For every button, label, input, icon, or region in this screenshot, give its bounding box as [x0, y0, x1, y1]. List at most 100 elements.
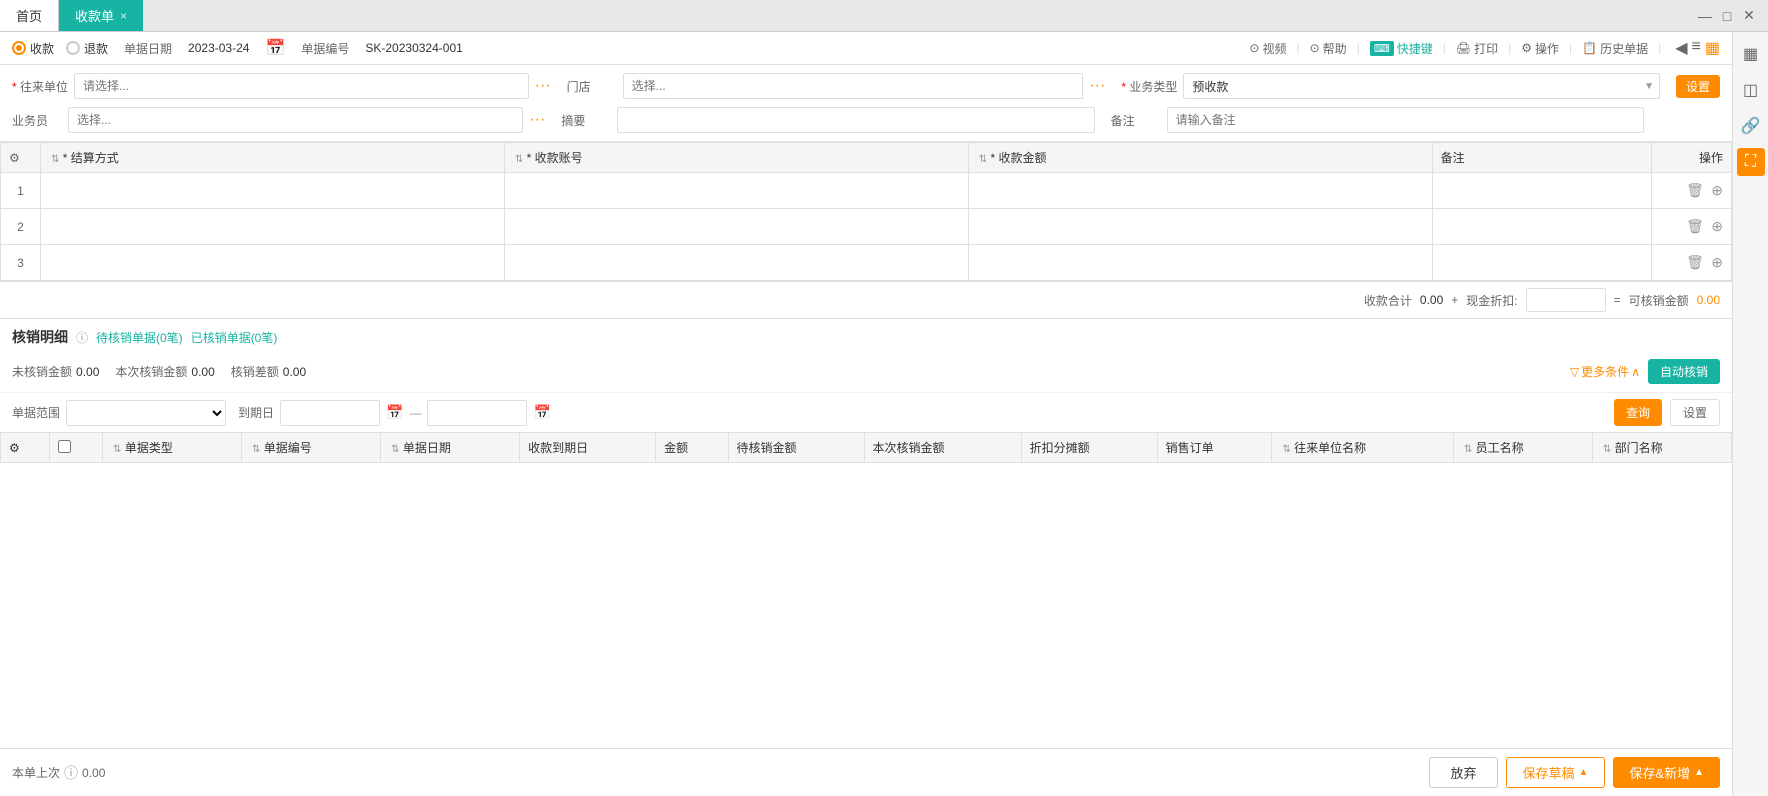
row3-amount[interactable] [968, 245, 1432, 281]
shortcut-action[interactable]: ⌨ 快捷键 [1370, 40, 1433, 57]
table-row: 1 🗑 ⊕ [1, 173, 1732, 209]
col-bottom-settings[interactable]: ⚙ [1, 433, 50, 463]
sidebar-link-icon[interactable]: 🔗 [1737, 112, 1765, 140]
sort-date-icon[interactable]: ⇅ [391, 444, 399, 455]
row1-delete-icon[interactable]: 🗑 [1686, 182, 1704, 198]
row3-account[interactable] [504, 245, 968, 281]
set-button[interactable]: 设置 [1670, 399, 1720, 426]
staff-more-icon[interactable]: ··· [529, 111, 545, 129]
table-area: ⚙ ⇅ * 结算方式 ⇅ * 收款账号 ⇅ * 收款金额 [0, 142, 1732, 281]
calendar-icon[interactable]: 📅 [265, 38, 285, 58]
store-input[interactable] [623, 73, 1084, 99]
sidebar-doc-icon[interactable]: ◫ [1737, 76, 1765, 104]
due-to-input[interactable]: 2022-04-12 [427, 400, 527, 426]
due-to-calendar-icon[interactable]: 📅 [533, 404, 550, 421]
sort-account-icon[interactable]: ⇅ [515, 154, 523, 165]
close-button[interactable]: ✕ [1742, 9, 1756, 23]
section-info-icon[interactable]: ⓘ [76, 329, 88, 346]
row2-delete-icon[interactable]: 🗑 [1686, 218, 1704, 234]
more-conditions[interactable]: ▽ 更多条件 ∧ [1570, 363, 1640, 380]
query-button[interactable]: 查询 [1614, 399, 1662, 426]
date-label: 单据日期 [124, 40, 172, 57]
row2-settlement[interactable] [41, 209, 505, 245]
counterpart-input[interactable] [74, 73, 529, 99]
row2-account[interactable] [504, 209, 968, 245]
row1-account[interactable] [504, 173, 968, 209]
verify-detail-table: ⚙ ⇅ 单据类型 ⇅ 单据编号 [0, 432, 1732, 463]
due-from-calendar-icon[interactable]: 📅 [386, 404, 403, 421]
discount-input[interactable] [1526, 288, 1606, 312]
staff-input[interactable] [68, 107, 523, 133]
history-action[interactable]: 📋 历史单据 [1582, 40, 1648, 57]
sort-dept-icon[interactable]: ⇅ [1603, 444, 1611, 455]
tab-active[interactable]: 收款单 × [59, 0, 143, 31]
grid-view-icon[interactable]: ▦ [1705, 38, 1720, 58]
range-field: 单据范围 [12, 400, 226, 426]
help-action[interactable]: ⊙ 帮助 [1310, 40, 1347, 57]
sort-type-icon[interactable]: ⇅ [113, 444, 121, 455]
counterpart-label: 往来单位 [12, 78, 68, 95]
date-dash: — [409, 406, 421, 420]
row2-copy-icon[interactable]: ⊕ [1711, 218, 1723, 234]
operation-action[interactable]: ⚙ 操作 [1521, 40, 1559, 57]
chevron-up-icon: ∧ [1631, 365, 1640, 379]
sidebar-expand-icon[interactable]: ⛶ [1737, 148, 1765, 176]
row2-note[interactable] [1432, 209, 1651, 245]
video-icon: ⊙ [1249, 41, 1259, 55]
save-new-button[interactable]: 保存&新增 ▲ [1613, 757, 1720, 788]
shortcut-icon: ⌨ [1370, 41, 1394, 56]
sort-settlement-icon[interactable]: ⇅ [51, 154, 59, 165]
row3-actions: 🗑 ⊕ [1652, 245, 1732, 281]
print-action[interactable]: 🖨 打印 [1456, 40, 1498, 57]
business-type-select-wrapper[interactable]: 预收款 ▼ [1183, 73, 1660, 99]
form-row-2: 业务员 ··· 摘要 备注 [12, 107, 1720, 133]
settings-button[interactable]: 设置 [1676, 75, 1720, 98]
row3-delete-icon[interactable]: 🗑 [1686, 254, 1704, 270]
prev-view-icon[interactable]: ◀ [1675, 38, 1687, 58]
row3-copy-icon[interactable]: ⊕ [1711, 254, 1723, 270]
sort-counterpart-icon[interactable]: ⇅ [1282, 444, 1290, 455]
row2-amount[interactable] [968, 209, 1432, 245]
history-icon: 📋 [1582, 41, 1597, 55]
row1-note[interactable] [1432, 173, 1651, 209]
save-draft-button[interactable]: 保存草稿 ▲ [1506, 757, 1606, 788]
row3-note[interactable] [1432, 245, 1651, 281]
tab-home[interactable]: 首页 [0, 0, 59, 31]
col-due-header: 收款到期日 [520, 433, 656, 463]
sort-staff-icon[interactable]: ⇅ [1464, 444, 1472, 455]
row1-settlement[interactable] [41, 173, 505, 209]
sort-amount-icon[interactable]: ⇅ [979, 154, 987, 165]
tab-close-icon[interactable]: × [120, 9, 127, 23]
footer-info-icon[interactable]: ⓘ [64, 763, 78, 783]
due-from-input[interactable]: 2022-04-01 [280, 400, 380, 426]
counterpart-more-icon[interactable]: ··· [535, 77, 551, 95]
store-more-icon[interactable]: ··· [1089, 77, 1105, 95]
summary-input[interactable] [617, 107, 1094, 133]
note-input[interactable] [1167, 107, 1644, 133]
diff-value: 0.00 [283, 365, 306, 379]
col-amount-header: ⇅ * 收款金额 [968, 143, 1432, 173]
table-header-row: ⚙ ⇅ * 结算方式 ⇅ * 收款账号 ⇅ * 收款金额 [1, 143, 1732, 173]
range-select[interactable] [66, 400, 226, 426]
maximize-button[interactable]: □ [1720, 9, 1734, 23]
auto-verify-button[interactable]: 自动核销 [1648, 359, 1720, 384]
pending-tab[interactable]: 待核销单据(0笔) [96, 329, 183, 346]
row1-amount[interactable] [968, 173, 1432, 209]
select-all-checkbox[interactable] [58, 440, 71, 453]
col-checkbox-header[interactable] [50, 433, 103, 463]
total-label: 收款合计 [1364, 292, 1412, 309]
radio-receive[interactable]: 收款 [12, 40, 54, 57]
radio-refund[interactable]: 退款 [66, 40, 108, 57]
minimize-button[interactable]: — [1698, 9, 1712, 23]
done-tab[interactable]: 已核销单据(0笔) [191, 329, 278, 346]
abandon-button[interactable]: 放弃 [1429, 757, 1497, 788]
sort-number-icon[interactable]: ⇅ [252, 444, 260, 455]
col-settings-header[interactable]: ⚙ [1, 143, 41, 173]
tab-home-label: 首页 [16, 6, 42, 25]
sidebar-table-icon[interactable]: ▦ [1737, 40, 1765, 68]
table-settings-gear-icon[interactable]: ⚙ [9, 151, 20, 165]
list-view-icon[interactable]: ≡ [1692, 38, 1701, 58]
row1-copy-icon[interactable]: ⊕ [1711, 182, 1723, 198]
row3-settlement[interactable] [41, 245, 505, 281]
video-action[interactable]: ⊙ 视频 [1249, 40, 1286, 57]
